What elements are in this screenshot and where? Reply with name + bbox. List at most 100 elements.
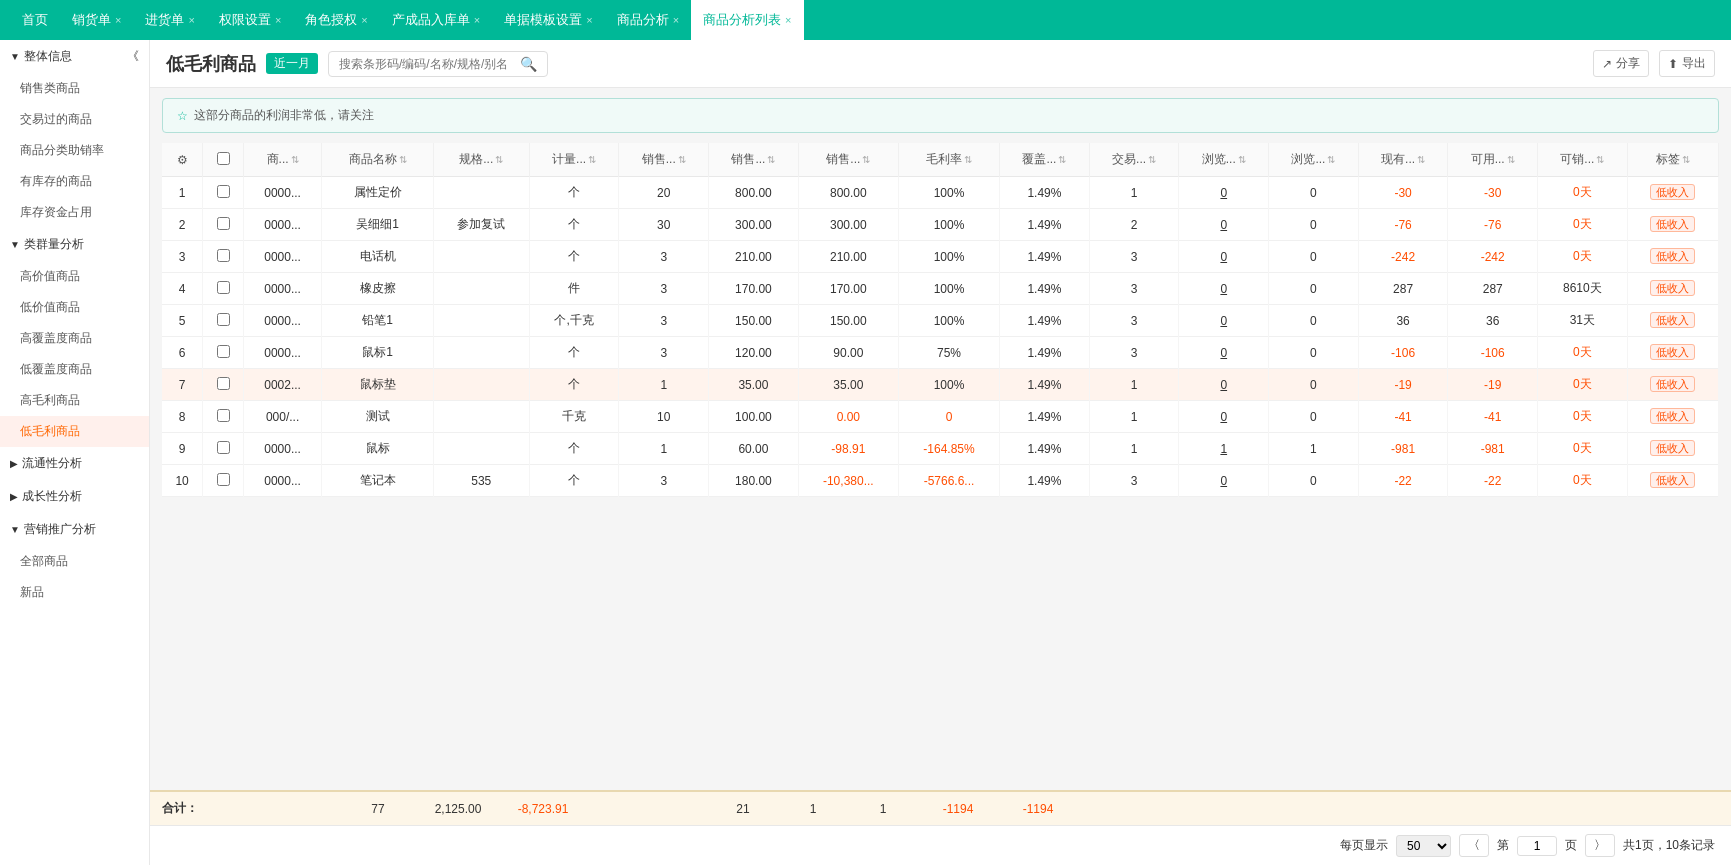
settings-icon[interactable]: ⚙ — [177, 153, 188, 167]
sidebar-item-low-coverage[interactable]: 低覆盖度商品 — [0, 354, 149, 385]
sidebar-item-low-margin[interactable]: 低毛利商品 — [0, 416, 149, 447]
nav-item-product-analysis-list[interactable]: 商品分析列表 × — [691, 0, 803, 40]
nav-item-product-warehouse[interactable]: 产成品入库单 × — [380, 0, 492, 40]
cell-gross-rate: 75% — [898, 337, 999, 369]
browse-link[interactable]: 0 — [1220, 218, 1227, 232]
sidebar-item-low-value[interactable]: 低价值商品 — [0, 292, 149, 323]
browse-link[interactable]: 0 — [1220, 474, 1227, 488]
sidebar-item-new-goods[interactable]: 新品 — [0, 577, 149, 608]
row-checkbox[interactable] — [217, 217, 230, 230]
row-checkbox[interactable] — [217, 473, 230, 486]
next-page-button[interactable]: 〉 — [1585, 834, 1615, 857]
row-checkbox[interactable] — [217, 345, 230, 358]
nav-item-product-analysis[interactable]: 商品分析 × — [605, 0, 691, 40]
sidebar-item-in-stock[interactable]: 有库存的商品 — [0, 166, 149, 197]
col-spec[interactable]: 规格...⇅ — [433, 143, 529, 177]
nav-item-home[interactable]: 首页 — [10, 0, 60, 40]
select-all-checkbox[interactable] — [217, 152, 230, 165]
close-icon[interactable]: × — [474, 14, 480, 26]
col-sellable[interactable]: 可销...⇅ — [1538, 143, 1628, 177]
browse-link[interactable]: 0 — [1220, 282, 1227, 296]
row-checkbox[interactable] — [217, 377, 230, 390]
total-label: 合计： — [162, 800, 198, 817]
row-checkbox[interactable] — [217, 441, 230, 454]
search-icon[interactable]: 🔍 — [520, 56, 537, 72]
cell-current-stock: 36 — [1358, 305, 1448, 337]
sidebar-group-overall[interactable]: ▼ 整体信息 《 — [0, 40, 149, 73]
col-settings[interactable]: ⚙ — [162, 143, 203, 177]
close-icon[interactable]: × — [785, 14, 791, 26]
sidebar-group-marketing[interactable]: ▼ 营销推广分析 — [0, 513, 149, 546]
close-icon[interactable]: × — [673, 14, 679, 26]
sidebar-item-high-margin[interactable]: 高毛利商品 — [0, 385, 149, 416]
col-sale-price[interactable]: 销售...⇅ — [709, 143, 799, 177]
sidebar-item-sales-goods[interactable]: 销售类商品 — [0, 73, 149, 104]
browse-link[interactable]: 1 — [1220, 442, 1227, 456]
prev-page-button[interactable]: 〈 — [1459, 834, 1489, 857]
collapse-icon: ▶ — [10, 458, 18, 469]
col-coverage[interactable]: 覆盖...⇅ — [1000, 143, 1090, 177]
row-checkbox[interactable] — [217, 281, 230, 294]
row-checkbox[interactable] — [217, 409, 230, 422]
content-area: 低毛利商品 近一月 🔍 ↗ 分享 ⬆ 导出 ☆ 这部分商品的利润非常低，请关注 — [150, 40, 1731, 865]
cell-sale-qty: 30 — [619, 209, 709, 241]
cell-gross-rate: 100% — [898, 177, 999, 209]
col-browse1[interactable]: 浏览...⇅ — [1179, 143, 1269, 177]
sidebar-item-stock-capital[interactable]: 库存资金占用 — [0, 197, 149, 228]
row-checkbox[interactable] — [217, 185, 230, 198]
sidebar-group-circulation[interactable]: ▶ 流通性分析 — [0, 447, 149, 480]
sidebar-item-high-coverage[interactable]: 高覆盖度商品 — [0, 323, 149, 354]
date-tag[interactable]: 近一月 — [266, 53, 318, 74]
table-row: 5 0000... 铅笔1 个,千克 3 150.00 150.00 100% … — [162, 305, 1719, 337]
page-number-input[interactable] — [1517, 836, 1557, 856]
col-current-stock[interactable]: 现有...⇅ — [1358, 143, 1448, 177]
footer-total: 合计： 77 2,125.00 -8,723.91 21 1 1 -1194 -… — [150, 790, 1731, 825]
close-icon[interactable]: × — [586, 14, 592, 26]
browse-link[interactable]: 0 — [1220, 378, 1227, 392]
col-sale-qty[interactable]: 销售...⇅ — [619, 143, 709, 177]
cell-browse2: 0 — [1269, 241, 1359, 273]
col-code[interactable]: 商...⇅ — [244, 143, 322, 177]
content-header: 低毛利商品 近一月 🔍 ↗ 分享 ⬆ 导出 — [150, 40, 1731, 88]
sidebar-collapse-btn[interactable]: 《 — [127, 48, 139, 65]
col-sale-amount[interactable]: 销售...⇅ — [798, 143, 898, 177]
search-input[interactable] — [339, 57, 520, 71]
close-icon[interactable]: × — [188, 14, 194, 26]
row-checkbox[interactable] — [217, 313, 230, 326]
col-browse2[interactable]: 浏览...⇅ — [1269, 143, 1359, 177]
export-button[interactable]: ⬆ 导出 — [1659, 50, 1715, 77]
col-tag[interactable]: 标签⇅ — [1627, 143, 1718, 177]
col-gross-rate[interactable]: 毛利率⇅ — [898, 143, 999, 177]
nav-item-sales[interactable]: 销货单 × — [60, 0, 133, 40]
page-size-select[interactable]: 50 100 200 — [1396, 835, 1451, 857]
col-name[interactable]: 商品名称⇅ — [322, 143, 434, 177]
col-available[interactable]: 可用...⇅ — [1448, 143, 1538, 177]
sidebar-group-cluster[interactable]: ▼ 类群量分析 — [0, 228, 149, 261]
cell-spec — [433, 369, 529, 401]
browse-link[interactable]: 0 — [1220, 346, 1227, 360]
sidebar-item-high-value[interactable]: 高价值商品 — [0, 261, 149, 292]
cell-coverage: 1.49% — [1000, 465, 1090, 497]
nav-item-permission[interactable]: 权限设置 × — [207, 0, 293, 40]
cell-current-stock: -30 — [1358, 177, 1448, 209]
sidebar-item-traded-goods[interactable]: 交易过的商品 — [0, 104, 149, 135]
browse-link[interactable]: 0 — [1220, 410, 1227, 424]
cell-sellable: 0天 — [1538, 177, 1628, 209]
col-trade[interactable]: 交易...⇅ — [1089, 143, 1179, 177]
col-unit[interactable]: 计量...⇅ — [529, 143, 619, 177]
sidebar-item-category-rate[interactable]: 商品分类助销率 — [0, 135, 149, 166]
nav-item-template[interactable]: 单据模板设置 × — [492, 0, 604, 40]
row-checkbox[interactable] — [217, 249, 230, 262]
close-icon[interactable]: × — [275, 14, 281, 26]
cell-name: 鼠标1 — [322, 337, 434, 369]
browse-link[interactable]: 0 — [1220, 314, 1227, 328]
browse-link[interactable]: 0 — [1220, 250, 1227, 264]
nav-item-role[interactable]: 角色授权 × — [293, 0, 379, 40]
sidebar-item-all-goods[interactable]: 全部商品 — [0, 546, 149, 577]
sidebar-group-growth[interactable]: ▶ 成长性分析 — [0, 480, 149, 513]
share-button[interactable]: ↗ 分享 — [1593, 50, 1649, 77]
close-icon[interactable]: × — [115, 14, 121, 26]
browse-link[interactable]: 0 — [1220, 186, 1227, 200]
nav-item-purchase[interactable]: 进货单 × — [133, 0, 206, 40]
close-icon[interactable]: × — [361, 14, 367, 26]
